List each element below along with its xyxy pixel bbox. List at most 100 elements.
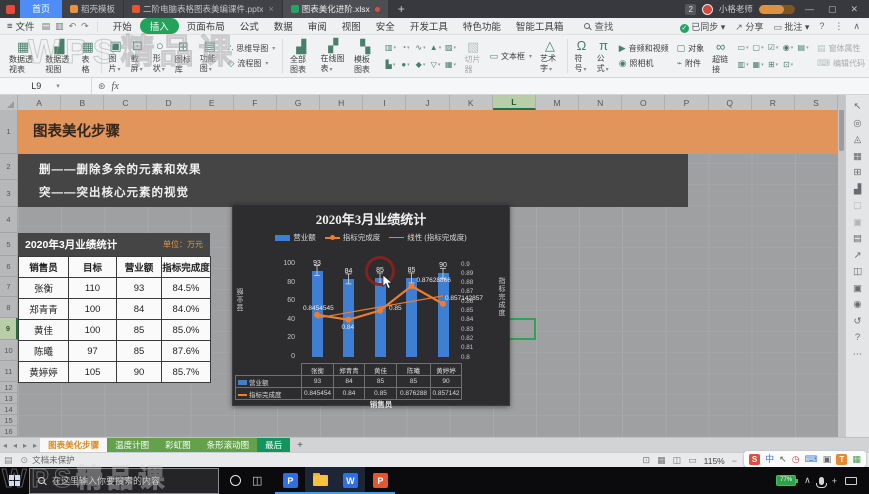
- table-cell[interactable]: 84: [116, 298, 162, 320]
- share-icon[interactable]: ↗: [854, 250, 862, 261]
- form-controls-grid-cell-3[interactable]: ☑ ▾: [766, 40, 780, 56]
- clock-icon[interactable]: ◷: [792, 454, 800, 465]
- column-header-S[interactable]: S: [795, 95, 839, 110]
- row-header-14[interactable]: 14: [0, 404, 18, 415]
- object-button[interactable]: ▢ 对象: [677, 43, 705, 54]
- chevron-down-icon[interactable]: ▾: [56, 82, 60, 90]
- first-sheet-icon[interactable]: ◂: [0, 438, 10, 452]
- chart-icon[interactable]: ▟: [854, 184, 861, 195]
- chart-type-grid-cell-3[interactable]: ∿ ▾: [414, 40, 428, 56]
- hyperlink-button[interactable]: ∞ 超链接: [708, 38, 733, 75]
- attachment-button[interactable]: ⌁ 附件: [677, 58, 705, 69]
- row-header-6[interactable]: 6: [0, 256, 18, 277]
- table-cell[interactable]: 97: [68, 340, 117, 362]
- column-header-K[interactable]: K: [450, 95, 493, 110]
- table-icon[interactable]: ▦: [853, 151, 862, 162]
- table-cell[interactable]: 85: [116, 319, 162, 341]
- table-cell[interactable]: 90: [116, 361, 162, 383]
- column-header-H[interactable]: H: [320, 95, 364, 110]
- chart-type-grid-cell-10[interactable]: ▦ ▾: [444, 57, 458, 73]
- form-controls-grid-cell-6[interactable]: ▥ ▾: [736, 57, 750, 73]
- vip-progress-pill[interactable]: [758, 4, 795, 14]
- table-cell[interactable]: 郑青青: [18, 298, 69, 320]
- symbol-button[interactable]: Ω 符号▾: [570, 37, 592, 75]
- camera-button[interactable]: ◉ 照相机: [619, 58, 669, 69]
- chinese-mode-icon[interactable]: 中: [765, 454, 774, 465]
- template-charts-button[interactable]: ▚ 模板图表: [350, 38, 381, 75]
- new-tab-button[interactable]: +: [389, 0, 414, 18]
- table-cell[interactable]: 黄婷婷: [18, 361, 69, 383]
- stamp-icon[interactable]: ◬: [854, 135, 861, 145]
- start-button[interactable]: [9, 475, 20, 486]
- table-cell[interactable]: 84.5%: [161, 277, 211, 299]
- screenshot-button[interactable]: ⊡ 截屏▾: [127, 37, 149, 75]
- fullscreen-view-icon[interactable]: ⊡: [643, 455, 651, 466]
- maximize-button[interactable]: ▢: [824, 4, 841, 15]
- help-icon[interactable]: ?: [819, 21, 824, 31]
- home-tab[interactable]: 首页: [20, 0, 63, 18]
- vertical-scrollbar[interactable]: [838, 95, 845, 452]
- shapes-icon[interactable]: ◎: [853, 118, 861, 129]
- row-header-3[interactable]: 3: [0, 180, 18, 207]
- column-header-C[interactable]: C: [104, 95, 148, 110]
- share-button[interactable]: ↗ 分享: [735, 20, 763, 33]
- form-controls-grid-cell-1[interactable]: ▭ ▾: [736, 40, 750, 56]
- minimize-button[interactable]: —: [801, 4, 818, 14]
- table-cell[interactable]: 84.0%: [161, 298, 211, 320]
- column-header-Q[interactable]: Q: [709, 95, 752, 110]
- row-header-13[interactable]: 13: [0, 393, 18, 404]
- table-cell[interactable]: 105: [68, 361, 117, 383]
- row-header-9[interactable]: 9: [0, 318, 18, 340]
- wordart-button[interactable]: △ 艺术字▾: [536, 37, 564, 75]
- row-header-5[interactable]: 5: [0, 233, 18, 256]
- file-menu[interactable]: ≡ 文件: [0, 19, 42, 34]
- formula-button[interactable]: π 公式▾: [593, 37, 615, 75]
- column-header-N[interactable]: N: [579, 95, 623, 110]
- chart-type-grid-cell-8[interactable]: ◆ ▾: [414, 57, 428, 73]
- table-cell[interactable]: 85: [116, 340, 162, 362]
- taskbar-search[interactable]: 在这里输入你要搜索的内容: [29, 467, 219, 494]
- message-badge[interactable]: 2: [685, 3, 696, 15]
- sheet-area[interactable]: 图表美化步骤 删——删除多余的元素和效果 突——突出核心元素的视觉 2020年3月…: [0, 110, 869, 437]
- chart-type-grid-cell-2[interactable]: ◔ ▾: [399, 40, 413, 56]
- form-controls-grid-cell-2[interactable]: ▢ ▾: [751, 40, 765, 56]
- shapes-button[interactable]: ○ 形状▾: [149, 37, 171, 75]
- table-cell[interactable]: 110: [68, 277, 117, 299]
- find-button[interactable]: 查找: [584, 19, 613, 33]
- flowchart-button[interactable]: ◇ 流程图 ▾: [228, 58, 276, 69]
- menu-tab-视图[interactable]: 视图: [335, 18, 368, 34]
- sync-status[interactable]: ✓ 已同步 ▾: [679, 20, 725, 33]
- record-icon[interactable]: ◉: [853, 300, 861, 310]
- chart-type-grid-cell-7[interactable]: ● ▾: [399, 57, 413, 73]
- row-header-2[interactable]: 2: [0, 154, 18, 180]
- prev-sheet-icon[interactable]: ◂: [10, 438, 20, 452]
- column-header-B[interactable]: B: [61, 95, 105, 110]
- table-button[interactable]: ▦ 表格: [77, 38, 97, 75]
- chart-type-grid-cell-1[interactable]: ▥ ▾: [384, 40, 398, 56]
- wps-app-orange-p-icon[interactable]: P: [365, 467, 395, 494]
- table-cell[interactable]: 87.6%: [161, 340, 211, 362]
- column-header-G[interactable]: G: [277, 95, 321, 110]
- online-charts-button[interactable]: ▞ 在线图表▾: [317, 37, 350, 75]
- row-header-7[interactable]: 7: [0, 277, 18, 297]
- row-header-8[interactable]: 8: [0, 297, 18, 318]
- pointer-icon[interactable]: ↖: [854, 102, 862, 112]
- redo-icon[interactable]: ↷: [81, 21, 89, 32]
- table-cell[interactable]: 黄佳: [18, 319, 69, 341]
- all-charts-button[interactable]: ▟ 全部图表: [286, 38, 317, 75]
- panel-icon[interactable]: ◫: [853, 267, 862, 277]
- insert-function-icon[interactable]: fx: [112, 81, 119, 92]
- user-avatar[interactable]: [701, 3, 713, 15]
- performance-chart[interactable]: 2020年3月业绩统计 营业额 指标完成度 线性 (指标完成度) 100 80 60 40 20…: [232, 204, 510, 409]
- menu-tab-数据[interactable]: 数据: [267, 18, 300, 34]
- form-controls-grid-cell-4[interactable]: ◉ ▾: [781, 40, 795, 56]
- menu-tab-特色功能[interactable]: 特色功能: [456, 18, 508, 34]
- save-icon[interactable]: ▤: [42, 21, 51, 32]
- picture-button[interactable]: ▣ 图片▾: [104, 37, 126, 75]
- table-cell[interactable]: 93: [116, 277, 162, 299]
- select-all-corner[interactable]: [0, 95, 18, 110]
- textbox-button[interactable]: ▭ 文本框 ▾: [489, 51, 532, 62]
- sheet-tab-条形滚动图[interactable]: 条形滚动图: [198, 438, 258, 452]
- image-icon[interactable]: ▣: [853, 283, 862, 294]
- comment-button[interactable]: ▭ 批注 ▾: [773, 20, 809, 33]
